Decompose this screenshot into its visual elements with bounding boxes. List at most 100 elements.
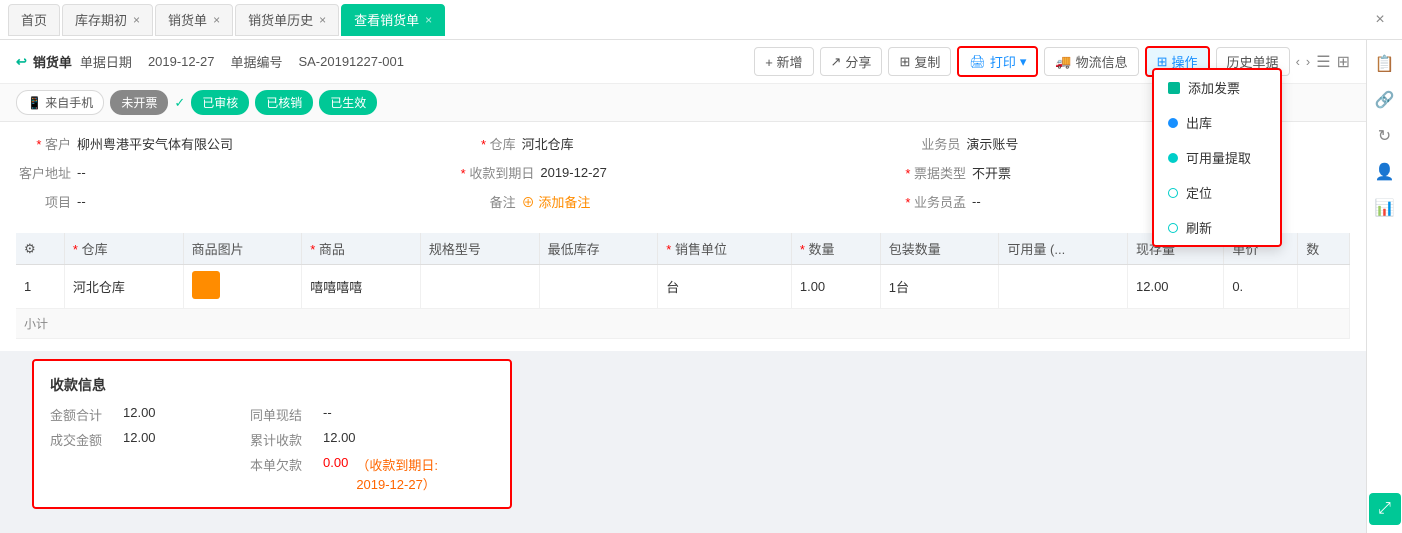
view-grid-icon[interactable]: ⊞ — [1337, 52, 1350, 72]
salesperson-field: 业务员孟 -- — [905, 192, 1350, 211]
tab-home[interactable]: 首页 — [8, 4, 60, 36]
subtotal-row: 小计 — [16, 309, 1350, 339]
sidebar-icon-refresh[interactable]: ↻ — [1369, 120, 1401, 152]
doc-number-label: 单据编号 — [230, 52, 282, 71]
col-warehouse: 仓库 — [64, 233, 183, 265]
tab-inventory[interactable]: 库存期初 × — [62, 4, 153, 36]
dropdown-item-refresh[interactable]: 刷新 — [1154, 210, 1280, 245]
due-date-field: 收款到期日 2019-12-27 — [461, 163, 906, 182]
customer-label: 客户 — [16, 134, 71, 153]
nav-next-icon[interactable]: › — [1306, 54, 1310, 69]
locate-icon — [1168, 188, 1178, 198]
dropdown-item-outbound[interactable]: 出库 — [1154, 105, 1280, 140]
logistics-icon: 🚚 — [1055, 54, 1071, 70]
customer-value: 柳州粤港平安气体有限公司 — [77, 134, 233, 153]
payment-same-order: 同单现结 -- — [250, 405, 450, 424]
col-unit: 销售单位 — [658, 233, 792, 265]
ticket-type-value: 不开票 — [972, 163, 1011, 182]
table-row: 1 河北仓库 嘻嘻嘻嘻 台 1.00 1台 12.00 0. — [16, 265, 1350, 309]
status-effective[interactable]: 已生效 — [319, 90, 377, 115]
dropdown-item-add-invoice[interactable]: 添加发票 — [1154, 70, 1280, 105]
cell-unit-price: 0. — [1224, 265, 1298, 309]
tab-inventory-label: 库存期初 — [75, 10, 127, 29]
sidebar-icon-doc[interactable]: 📋 — [1369, 48, 1401, 80]
share-icon: ↗ — [831, 54, 842, 70]
new-button[interactable]: + 新增 — [754, 47, 813, 76]
col-product-img: 商品图片 — [183, 233, 302, 265]
status-checked[interactable]: 已审核 — [191, 90, 249, 115]
col-spec: 规格型号 — [420, 233, 539, 265]
logistics-button[interactable]: 🚚 物流信息 — [1044, 47, 1138, 76]
col-gear: ⚙ — [16, 233, 64, 265]
project-field: 项目 -- — [16, 192, 461, 211]
sidebar-icon-chart[interactable]: 📊 — [1369, 192, 1401, 224]
dropdown-item-locate[interactable]: 定位 — [1154, 175, 1280, 210]
tab-sales-label: 销货单 — [168, 10, 207, 29]
sidebar-icon-link[interactable]: 🔗 — [1369, 84, 1401, 116]
payment-cumulative: 累计收款 12.00 — [250, 430, 450, 449]
tab-view-sales-label: 查看销货单 — [354, 10, 419, 29]
payment-section: 收款信息 金额合计 12.00 同单现结 -- 成交金额 12.00 — [0, 351, 1366, 533]
project-label: 项目 — [16, 192, 71, 211]
staff-label: 业务员 — [905, 134, 960, 153]
cell-index: 1 — [16, 265, 64, 309]
tab-sales-close[interactable]: × — [213, 13, 220, 27]
status-from-phone[interactable]: 📱 来自手机 — [16, 90, 104, 115]
due-date-label: 收款到期日 — [461, 163, 535, 182]
doc-type-icon: ↩ — [16, 54, 27, 70]
col-available: 可用量 (... — [999, 233, 1128, 265]
doc-date-label: 单据日期 — [80, 52, 132, 71]
staff-field: 业务员 演示账号 — [905, 134, 1350, 153]
form-row-2: 客户地址 -- 收款到期日 2019-12-27 票据类型 不开票 — [16, 163, 1350, 182]
print-button[interactable]: 🖨 打印 ▾ — [957, 46, 1038, 77]
table-header-row: ⚙ 仓库 商品图片 商品 规格型号 最低库存 销售单位 数量 包装数量 可用量 … — [16, 233, 1350, 265]
warehouse-label: 仓库 — [461, 134, 516, 153]
ticket-type-label: 票据类型 — [905, 163, 966, 182]
tab-view-sales-close[interactable]: × — [425, 13, 432, 27]
col-pack-qty: 包装数量 — [880, 233, 999, 265]
window-close-button[interactable]: × — [1366, 6, 1394, 34]
product-table: ⚙ 仓库 商品图片 商品 规格型号 最低库存 销售单位 数量 包装数量 可用量 … — [16, 233, 1350, 339]
tab-sales[interactable]: 销货单 × — [155, 4, 233, 36]
address-value: -- — [77, 165, 86, 180]
cell-unit: 台 — [658, 265, 792, 309]
cumulative-label: 累计收款 — [250, 430, 315, 449]
cell-warehouse: 河北仓库 — [64, 265, 183, 309]
tab-sales-history-close[interactable]: × — [319, 13, 326, 27]
cell-available — [999, 265, 1128, 309]
available-icon — [1168, 153, 1178, 163]
sidebar-icon-user[interactable]: 👤 — [1369, 156, 1401, 188]
note-add-btn[interactable]: ⊕ 添加备注 — [522, 192, 591, 211]
view-list-icon[interactable]: ☰ — [1316, 52, 1330, 72]
cell-min-stock — [539, 265, 658, 309]
subtotal-label: 小计 — [16, 309, 1350, 339]
payment-arrears: 本单欠款 0.00 （收款到期日: 2019-12-27） — [250, 455, 450, 493]
tab-inventory-close[interactable]: × — [133, 13, 140, 27]
cell-product: 嘻嘻嘻嘻 — [302, 265, 421, 309]
address-label: 客户地址 — [16, 163, 71, 182]
copy-button[interactable]: ⊞ 复制 — [888, 47, 951, 76]
print-dropdown-icon: ▾ — [1020, 54, 1027, 70]
same-order-value: -- — [323, 405, 332, 424]
dropdown-item-available[interactable]: 可用量提取 — [1154, 140, 1280, 175]
outbound-icon — [1168, 118, 1178, 128]
dropdown-menu: 添加发票 出库 可用量提取 定位 刷新 — [1152, 68, 1282, 247]
status-sold[interactable]: 已核销 — [255, 90, 313, 115]
cell-extra — [1298, 265, 1350, 309]
same-order-label: 同单现结 — [250, 405, 315, 424]
status-not-open[interactable]: 未开票 — [110, 90, 168, 115]
tab-view-sales[interactable]: 查看销货单 × — [341, 4, 445, 36]
doc-type-label: 销货单 — [33, 52, 72, 71]
doc-date-value: 2019-12-27 — [148, 54, 215, 69]
tab-bar: 首页 库存期初 × 销货单 × 销货单历史 × 查看销货单 × × — [0, 0, 1402, 40]
check-icon: ✓ — [174, 95, 185, 111]
address-field: 客户地址 -- — [16, 163, 461, 182]
sidebar-icon-expand[interactable]: ⤢ — [1369, 493, 1401, 525]
cell-current-stock: 12.00 — [1128, 265, 1224, 309]
cell-product-img — [183, 265, 302, 309]
share-button[interactable]: ↗ 分享 — [820, 47, 883, 76]
tab-sales-history[interactable]: 销货单历史 × — [235, 4, 339, 36]
doc-number-value: SA-20191227-001 — [298, 54, 404, 69]
copy-icon: ⊞ — [899, 54, 910, 70]
nav-prev-icon[interactable]: ‹ — [1296, 54, 1300, 69]
